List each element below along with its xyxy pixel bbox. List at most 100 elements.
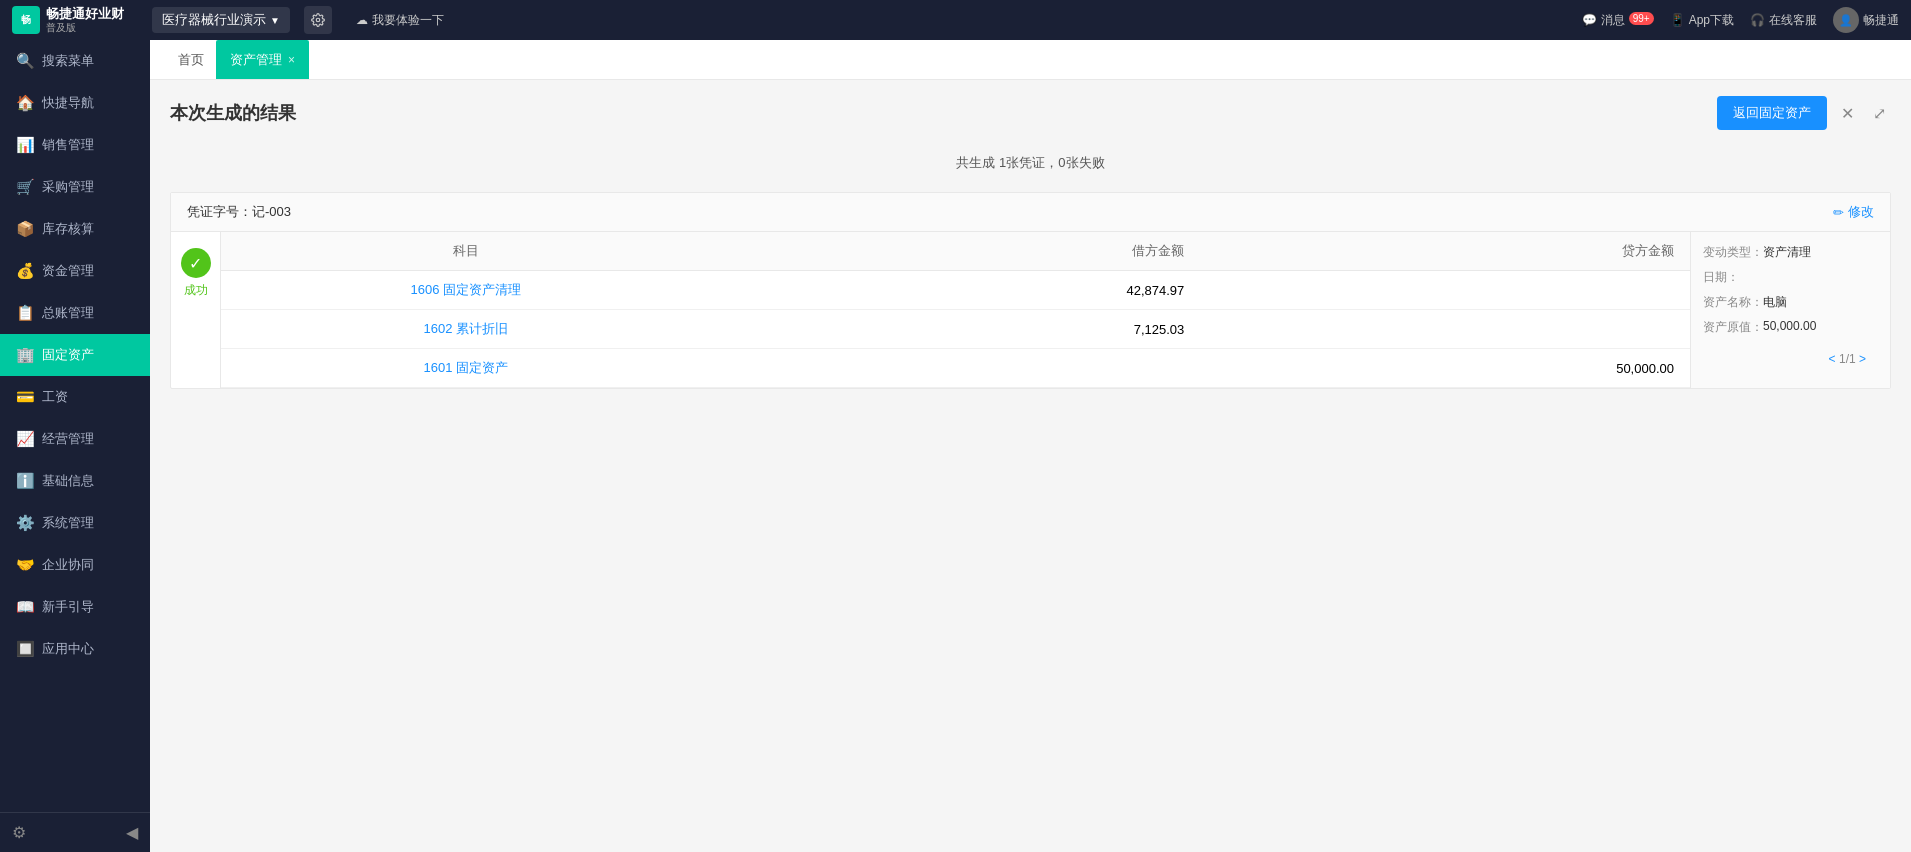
collapse-icon[interactable]: ◀	[126, 823, 138, 842]
ledger-icon: 📋	[16, 304, 34, 322]
avatar: 👤	[1833, 7, 1859, 33]
sidebar-item-label: 应用中心	[42, 640, 94, 658]
sidebar-item-finance[interactable]: 💰 资金管理	[0, 250, 150, 292]
table-header-row: 科目 借方金额 贷方金额	[221, 232, 1690, 271]
sidebar-item-system[interactable]: ⚙️ 系统管理	[0, 502, 150, 544]
sidebar-item-label: 工资	[42, 388, 68, 406]
success-icon: ✓	[181, 248, 211, 278]
asset-name-label: 资产名称：	[1703, 294, 1763, 311]
sidebar-item-fixed-assets[interactable]: 🏢 固定资产	[0, 334, 150, 376]
return-button[interactable]: 返回固定资产	[1717, 96, 1827, 130]
sidebar-item-payroll[interactable]: 💳 工资	[0, 376, 150, 418]
content-area: 首页 资产管理 × 本次生成的结果 返回固定资产 ✕ ⤢ 共生成 1张凭证，0张…	[150, 40, 1911, 852]
sidebar-item-label: 企业协同	[42, 556, 94, 574]
tab-home-label: 首页	[178, 51, 204, 69]
sidebar-item-inventory[interactable]: 📦 库存核算	[0, 208, 150, 250]
success-label: 成功	[184, 282, 208, 299]
summary-text: 共生成 1张凭证，0张失败	[956, 155, 1104, 170]
page-title: 本次生成的结果	[170, 101, 296, 125]
cloud-icon: ☁	[356, 13, 368, 27]
debit-cell-2: 7,125.03	[711, 310, 1201, 349]
sidebar-item-app-center[interactable]: 🔲 应用中心	[0, 628, 150, 670]
sidebar-item-ledger[interactable]: 📋 总账管理	[0, 292, 150, 334]
tab-asset-label: 资产管理	[230, 51, 282, 69]
asset-name-value: 电脑	[1763, 294, 1787, 311]
pagination: < 1/1 >	[1703, 344, 1878, 374]
prev-page-btn[interactable]: <	[1829, 352, 1836, 366]
tab-home[interactable]: 首页	[166, 40, 216, 79]
headset-icon: 🎧	[1750, 13, 1765, 27]
experience-button[interactable]: ☁ 我要体验一下	[356, 12, 444, 29]
sidebar: 🔍 搜索菜单 🏠 快捷导航 📊 销售管理 🛒 采购管理 📦 库存核算 💰 资金管…	[0, 40, 150, 852]
voucher-card: 凭证字号：记-003 ✏ 修改 ✓ 成功	[170, 192, 1891, 389]
user-name: 畅捷通	[1863, 12, 1899, 29]
change-type-value: 资产清理	[1763, 244, 1811, 261]
experience-label: 我要体验一下	[372, 12, 444, 29]
result-summary: 共生成 1张凭证，0张失败	[170, 146, 1891, 180]
sidebar-item-guide[interactable]: 📖 新手引导	[0, 586, 150, 628]
tab-asset-management[interactable]: 资产管理 ×	[216, 40, 309, 79]
sidebar-item-label: 系统管理	[42, 514, 94, 532]
settings-icon[interactable]	[304, 6, 332, 34]
brand-text: 畅捷通好业财 普及版	[46, 6, 124, 34]
th-subject: 科目	[221, 232, 711, 271]
sidebar-item-label: 新手引导	[42, 598, 94, 616]
search-icon: 🔍	[16, 52, 34, 70]
message-label: 消息	[1601, 12, 1625, 29]
expand-icon[interactable]: ⤢	[1867, 101, 1891, 125]
table-main: 科目 借方金额 贷方金额 1606 固定资产清理	[221, 232, 1690, 388]
inventory-icon: 📦	[16, 220, 34, 238]
credit-cell-1	[1200, 271, 1690, 310]
original-value-value: 50,000.00	[1763, 319, 1816, 333]
chart-icon: 📈	[16, 430, 34, 448]
main-layout: 🔍 搜索菜单 🏠 快捷导航 📊 销售管理 🛒 采购管理 📦 库存核算 💰 资金管…	[0, 40, 1911, 852]
app-download-button[interactable]: 📱 App下载	[1670, 12, 1734, 29]
next-page-btn[interactable]: >	[1859, 352, 1866, 366]
sidebar-item-label: 经营管理	[42, 430, 94, 448]
settings-bottom-icon[interactable]: ⚙	[12, 823, 26, 842]
home-icon: 🏠	[16, 94, 34, 112]
subject-link-3[interactable]: 1601 固定资产	[424, 360, 509, 375]
phone-icon: 📱	[1670, 13, 1685, 27]
sidebar-item-quick-nav[interactable]: 🏠 快捷导航	[0, 82, 150, 124]
sidebar-item-enterprise[interactable]: 🤝 企业协同	[0, 544, 150, 586]
table-row: 1602 累计折旧 7,125.03	[221, 310, 1690, 349]
sidebar-item-sales[interactable]: 📊 销售管理	[0, 124, 150, 166]
building-icon: 🏢	[16, 346, 34, 364]
close-icon[interactable]: ✕	[1835, 101, 1859, 125]
success-indicator: ✓ 成功	[171, 232, 221, 388]
message-button[interactable]: 💬 消息 99+	[1582, 12, 1654, 29]
subject-link-1[interactable]: 1606 固定资产清理	[411, 282, 522, 297]
sidebar-item-label: 固定资产	[42, 346, 94, 364]
table-wrapper: ✓ 成功 科目 借方金额 贷方金额	[171, 232, 1890, 388]
enterprise-icon: 🤝	[16, 556, 34, 574]
company-selector[interactable]: 医疗器械行业演示 ▼	[152, 7, 290, 33]
subject-link-2[interactable]: 1602 累计折旧	[424, 321, 509, 336]
finance-icon: 💰	[16, 262, 34, 280]
sidebar-item-search[interactable]: 🔍 搜索菜单	[0, 40, 150, 82]
voucher-number: 凭证字号：记-003	[187, 203, 291, 221]
date-label: 日期：	[1703, 269, 1763, 286]
user-initial: 👤	[1839, 14, 1853, 27]
edit-button[interactable]: ✏ 修改	[1833, 203, 1874, 221]
brand-logo: 畅 畅捷通好业财 普及版	[12, 6, 124, 34]
voucher-table: 科目 借方金额 贷方金额 1606 固定资产清理	[221, 232, 1690, 388]
page-info: 1/1	[1839, 352, 1859, 366]
purchase-icon: 🛒	[16, 178, 34, 196]
sidebar-item-label: 总账管理	[42, 304, 94, 322]
sidebar-item-management[interactable]: 📈 经营管理	[0, 418, 150, 460]
online-service-button[interactable]: 🎧 在线客服	[1750, 12, 1817, 29]
user-profile[interactable]: 👤 畅捷通	[1833, 7, 1899, 33]
table-row: 1601 固定资产 50,000.00	[221, 349, 1690, 388]
sidebar-item-basic-info[interactable]: ℹ️ 基础信息	[0, 460, 150, 502]
tab-close-icon[interactable]: ×	[288, 53, 295, 67]
header-right: 💬 消息 99+ 📱 App下载 🎧 在线客服 👤 畅捷通	[1582, 7, 1899, 33]
th-debit: 借方金额	[711, 232, 1201, 271]
sidebar-item-label: 基础信息	[42, 472, 94, 490]
debit-cell-1: 42,874.97	[711, 271, 1201, 310]
sidebar-item-label: 快捷导航	[42, 94, 94, 112]
svg-point-0	[316, 18, 320, 22]
sidebar-item-label: 采购管理	[42, 178, 94, 196]
credit-cell-2	[1200, 310, 1690, 349]
sidebar-item-purchase[interactable]: 🛒 采购管理	[0, 166, 150, 208]
